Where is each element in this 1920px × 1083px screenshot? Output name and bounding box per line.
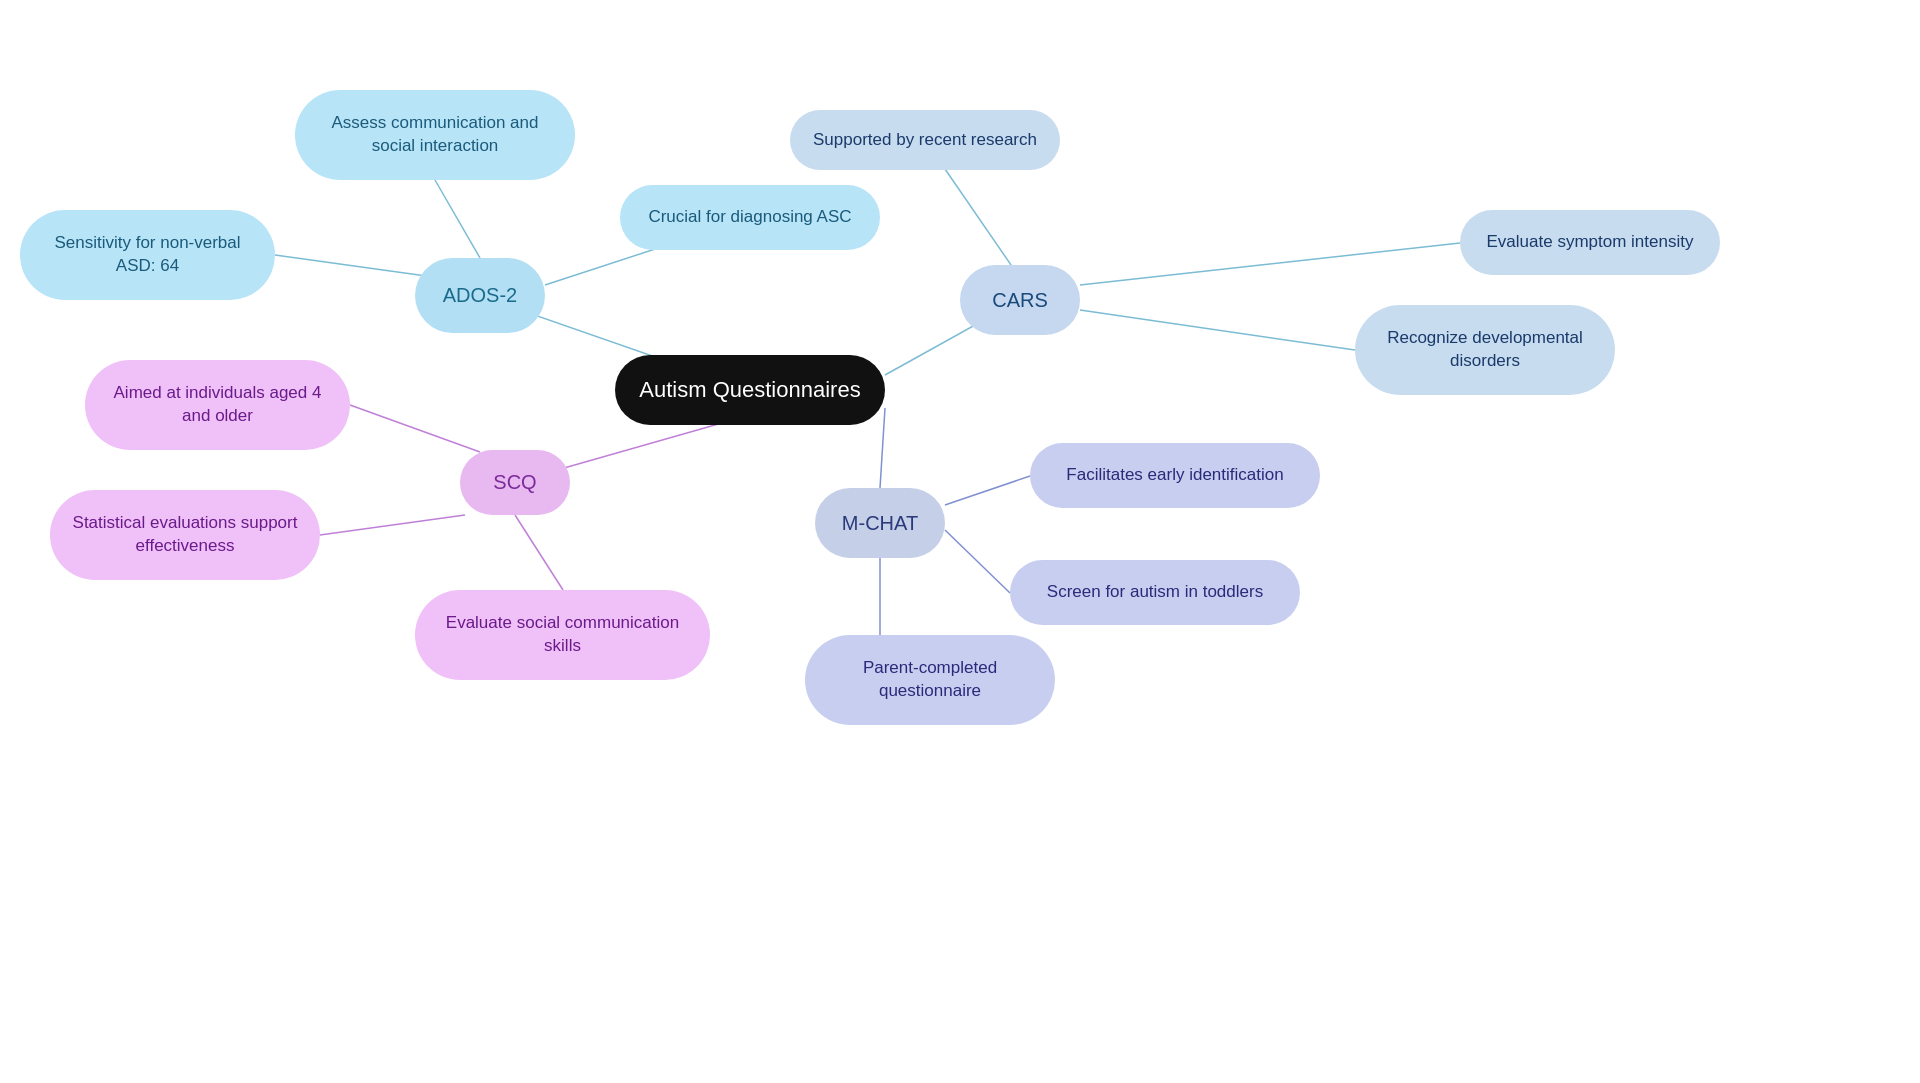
eval-social-label: Evaluate social communication skills: [437, 612, 688, 658]
svg-line-13: [945, 476, 1030, 505]
evaluate-sym-node: Evaluate symptom intensity: [1460, 210, 1720, 275]
svg-line-14: [945, 530, 1010, 593]
svg-line-6: [1080, 243, 1460, 285]
aimed-label: Aimed at individuals aged 4 and older: [107, 382, 328, 428]
center-node: Autism Questionnaires: [615, 355, 885, 425]
statistical-node: Statistical evaluations support effectiv…: [50, 490, 320, 580]
sensitivity-label: Sensitivity for non-verbal ASD: 64: [42, 232, 253, 278]
cars-label: CARS: [992, 287, 1048, 314]
svg-line-12: [880, 408, 885, 488]
supported-label: Supported by recent research: [813, 129, 1037, 152]
screen-node: Screen for autism in toddlers: [1010, 560, 1300, 625]
eval-social-node: Evaluate social communication skills: [415, 590, 710, 680]
aimed-node: Aimed at individuals aged 4 and older: [85, 360, 350, 450]
svg-line-10: [320, 515, 465, 535]
assess-node: Assess communication and social interact…: [295, 90, 575, 180]
ados2-hub[interactable]: ADOS-2: [415, 258, 545, 333]
svg-line-9: [350, 405, 480, 452]
scq-label: SCQ: [493, 469, 536, 496]
sensitivity-node: Sensitivity for non-verbal ASD: 64: [20, 210, 275, 300]
mchat-label: M-CHAT: [842, 510, 918, 537]
cars-hub[interactable]: CARS: [960, 265, 1080, 335]
svg-line-11: [515, 515, 563, 590]
statistical-label: Statistical evaluations support effectiv…: [72, 512, 298, 558]
svg-line-7: [1080, 310, 1355, 350]
parent-node: Parent-completed questionnaire: [805, 635, 1055, 725]
ados2-label: ADOS-2: [443, 282, 517, 309]
evaluate-sym-label: Evaluate symptom intensity: [1487, 231, 1694, 254]
assess-label: Assess communication and social interact…: [317, 112, 553, 158]
mchat-hub[interactable]: M-CHAT: [815, 488, 945, 558]
svg-line-1: [435, 180, 480, 258]
recognize-label: Recognize developmental disorders: [1377, 327, 1593, 373]
screen-label: Screen for autism in toddlers: [1047, 581, 1263, 604]
recognize-node: Recognize developmental disorders: [1355, 305, 1615, 395]
center-label: Autism Questionnaires: [639, 375, 860, 405]
supported-node: Supported by recent research: [790, 110, 1060, 170]
facilitates-node: Facilitates early identification: [1030, 443, 1320, 508]
parent-label: Parent-completed questionnaire: [827, 657, 1033, 703]
crucial-node: Crucial for diagnosing ASC: [620, 185, 880, 250]
facilitates-label: Facilitates early identification: [1066, 464, 1283, 487]
crucial-label: Crucial for diagnosing ASC: [648, 206, 851, 229]
scq-hub[interactable]: SCQ: [460, 450, 570, 515]
